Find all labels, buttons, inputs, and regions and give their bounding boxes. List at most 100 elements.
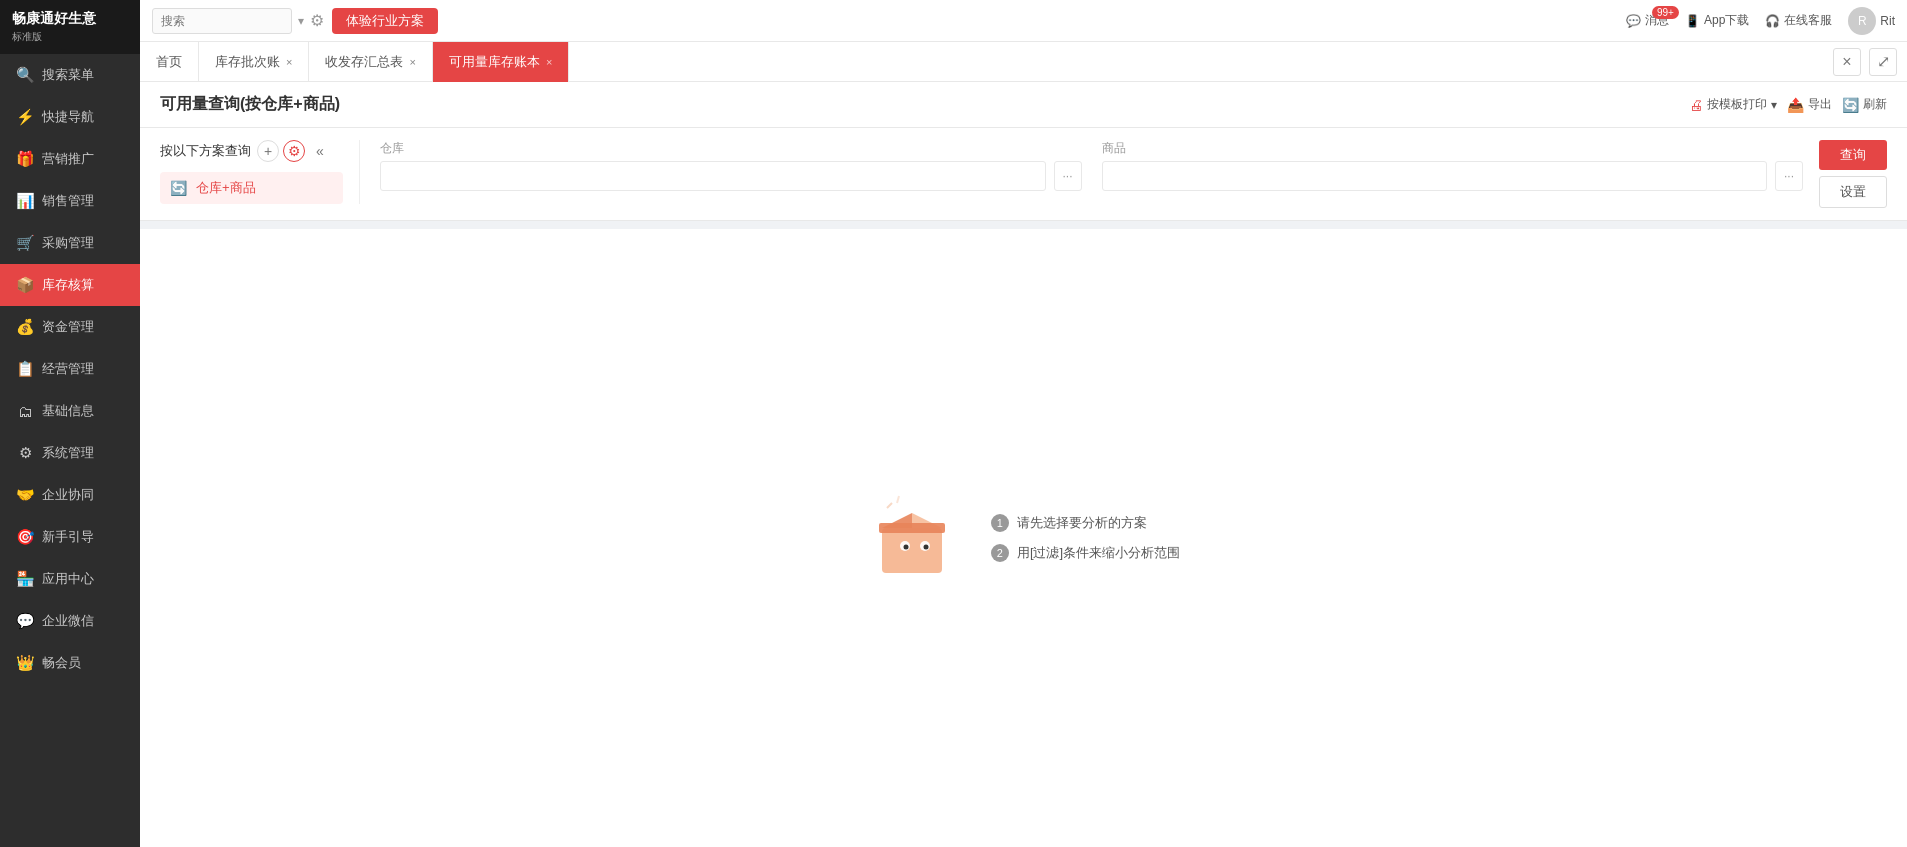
warehouse-input[interactable] [380, 161, 1046, 191]
settings-button[interactable]: 设置 [1819, 176, 1887, 208]
warehouse-more-button[interactable]: ··· [1054, 161, 1082, 191]
tab-available[interactable]: 可用量库存账本× [433, 42, 569, 82]
sidebar-item-label-appstore: 应用中心 [42, 570, 94, 588]
headset-icon: 🎧 [1765, 14, 1780, 28]
close-tab-button[interactable]: × [1833, 48, 1861, 76]
chevron-down-icon[interactable]: ▾ [298, 14, 304, 28]
empty-illustration [867, 488, 967, 588]
sidebar-logo-title: 畅康通好生意 [12, 10, 96, 28]
main-area: ▾ ⚙ 体验行业方案 💬 消息 99+ 📱 App下载 🎧 在线客服 R Rit [140, 0, 1907, 847]
topbar-search-area: ▾ ⚙ [152, 8, 324, 34]
tab-close-batch[interactable]: × [286, 56, 292, 68]
sidebar-item-label-operation: 经营管理 [42, 360, 94, 378]
close-icon: × [1842, 53, 1851, 71]
sidebar-item-label-member: 畅会员 [42, 654, 81, 672]
sidebar-item-finance[interactable]: 💰 资金管理 [0, 306, 140, 348]
product-field-group: 商品 ··· [1102, 140, 1804, 191]
svg-rect-0 [882, 528, 942, 573]
maximize-button[interactable]: ⤢ [1869, 48, 1897, 76]
tip-text-1: 请先选择要分析的方案 [1017, 514, 1147, 532]
sidebar-item-search[interactable]: 🔍 搜索菜单 [0, 54, 140, 96]
sidebar-item-label-purchase: 采购管理 [42, 234, 94, 252]
export-button[interactable]: 📤 导出 [1787, 96, 1832, 113]
query-scheme-header: 按以下方案查询 + ⚙ « [160, 140, 343, 162]
sidebar-item-member[interactable]: 👑 畅会员 [0, 642, 140, 684]
app-download-label: App下载 [1704, 12, 1749, 29]
tab-batch[interactable]: 库存批次账 × [199, 42, 309, 82]
svg-rect-3 [879, 523, 945, 533]
sidebar-item-purchase[interactable]: 🛒 采购管理 [0, 222, 140, 264]
tip-text-2: 用[过滤]条件来缩小分析范围 [1017, 544, 1180, 562]
message-badge: 99+ [1652, 6, 1679, 19]
product-more-button[interactable]: ··· [1775, 161, 1803, 191]
sidebar-item-label-search: 搜索菜单 [42, 66, 94, 84]
sidebar-item-marketing[interactable]: 🎁 营销推广 [0, 138, 140, 180]
tab-label-batch: 库存批次账 [215, 53, 280, 71]
sidebar-item-label-newuser: 新手引导 [42, 528, 94, 546]
print-chevron-icon[interactable]: ▾ [1771, 98, 1777, 112]
query-action-buttons: 查询 设置 [1803, 140, 1887, 208]
industry-solution-button[interactable]: 体验行业方案 [332, 8, 438, 34]
page-header-actions: 🖨 按模板打印 ▾ 📤 导出 🔄 刷新 [1689, 96, 1887, 113]
sidebar-item-operation[interactable]: 📋 经营管理 [0, 348, 140, 390]
sidebar-item-wechat[interactable]: 💬 企业微信 [0, 600, 140, 642]
refresh-icon: 🔄 [1842, 97, 1859, 113]
app-download-button[interactable]: 📱 App下载 [1685, 12, 1749, 29]
message-icon: 💬 [1626, 14, 1641, 28]
gear-icon[interactable]: ⚙ [310, 11, 324, 30]
appstore-icon: 🏪 [16, 570, 34, 588]
online-service-button[interactable]: 🎧 在线客服 [1765, 12, 1832, 29]
sidebar-item-cooperation[interactable]: 🤝 企业协同 [0, 474, 140, 516]
search-input[interactable] [152, 8, 292, 34]
empty-state: 1 请先选择要分析的方案 2 用[过滤]条件来缩小分析范围 [140, 229, 1907, 847]
print-icon: 🖨 [1689, 97, 1703, 113]
empty-tip-2: 2 用[过滤]条件来缩小分析范围 [991, 544, 1180, 562]
export-icon: 📤 [1787, 97, 1804, 113]
refresh-button[interactable]: 🔄 刷新 [1842, 96, 1887, 113]
sidebar-item-appstore[interactable]: 🏪 应用中心 [0, 558, 140, 600]
tab-close-summary[interactable]: × [409, 56, 415, 68]
export-label: 导出 [1808, 96, 1832, 113]
scheme-item-icon: 🔄 [168, 178, 188, 198]
print-label: 按模板打印 [1707, 96, 1767, 113]
tabs-bar: 首页库存批次账×收发存汇总表×可用量库存账本× × ⤢ [140, 42, 1907, 82]
finance-icon: 💰 [16, 318, 34, 336]
print-button[interactable]: 🖨 按模板打印 ▾ [1689, 96, 1777, 113]
sidebar-item-newuser[interactable]: 🎯 新手引导 [0, 516, 140, 558]
query-button[interactable]: 查询 [1819, 140, 1887, 170]
sidebar-item-system[interactable]: ⚙ 系统管理 [0, 432, 140, 474]
tab-summary[interactable]: 收发存汇总表× [309, 42, 432, 82]
add-scheme-button[interactable]: + [257, 140, 279, 162]
sidebar-scroll: 🔍 搜索菜单 ⚡ 快捷导航 🎁 营销推广 📊 销售管理 🛒 采购管理 📦 库存核… [0, 54, 140, 847]
shortcut-icon: ⚡ [16, 108, 34, 126]
sidebar-item-label-inventory: 库存核算 [42, 276, 94, 294]
search-icon: 🔍 [16, 66, 34, 84]
user-area[interactable]: R Rit [1848, 7, 1895, 35]
inventory-icon: 📦 [16, 276, 34, 294]
product-input[interactable] [1102, 161, 1768, 191]
warehouse-field-group: 仓库 ··· [380, 140, 1082, 191]
svg-point-6 [903, 545, 908, 550]
tab-home[interactable]: 首页 [140, 42, 199, 82]
tab-close-available[interactable]: × [546, 56, 552, 68]
sales-icon: 📊 [16, 192, 34, 210]
scheme-actions: + ⚙ « [257, 140, 331, 162]
empty-tip-1: 1 请先选择要分析的方案 [991, 514, 1180, 532]
tip-number-2: 2 [991, 544, 1009, 562]
online-service-label: 在线客服 [1784, 12, 1832, 29]
svg-point-7 [923, 545, 928, 550]
maximize-icon: ⤢ [1877, 52, 1890, 71]
message-button[interactable]: 💬 消息 99+ [1626, 12, 1669, 29]
scheme-item-warehouse-product[interactable]: 🔄 仓库+商品 [160, 172, 343, 204]
collapse-scheme-button[interactable]: « [309, 140, 331, 162]
query-fields: 仓库 ··· 商品 ··· [360, 140, 1803, 191]
edit-scheme-button[interactable]: ⚙ [283, 140, 305, 162]
tab-label-home: 首页 [156, 53, 182, 71]
sidebar-item-inventory[interactable]: 📦 库存核算 [0, 264, 140, 306]
more-dots-icon: ··· [1062, 169, 1072, 183]
operation-icon: 📋 [16, 360, 34, 378]
sidebar-item-sales[interactable]: 📊 销售管理 [0, 180, 140, 222]
query-scheme-column: 按以下方案查询 + ⚙ « 🔄 仓库+商品 [160, 140, 360, 204]
sidebar-item-shortcut[interactable]: ⚡ 快捷导航 [0, 96, 140, 138]
sidebar-item-basic[interactable]: 🗂 基础信息 [0, 390, 140, 432]
